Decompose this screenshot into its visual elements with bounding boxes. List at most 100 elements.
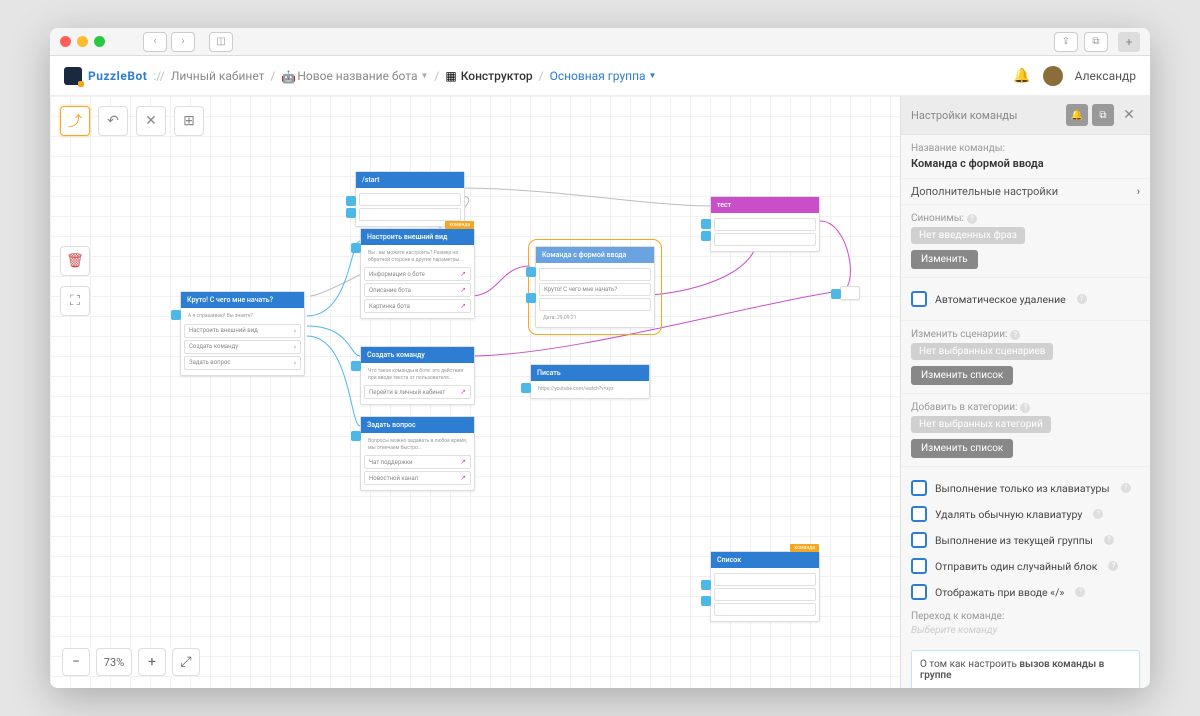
node-row[interactable] xyxy=(714,218,816,231)
show-slash-checkbox[interactable] xyxy=(911,584,927,600)
help-icon[interactable]: ? xyxy=(1077,294,1087,304)
sidebar-toggle-icon[interactable]: ◫ xyxy=(209,32,233,52)
node-list[interactable]: команда Список xyxy=(710,551,820,622)
chevron-right-icon: › xyxy=(1137,185,1140,198)
node-title: Создать команду xyxy=(361,347,474,363)
brand-name[interactable]: PuzzleBot xyxy=(88,69,147,83)
node-row[interactable] xyxy=(539,298,651,311)
port-icon[interactable] xyxy=(346,196,356,206)
delete-button[interactable]: 🗑 xyxy=(60,246,90,276)
node-row[interactable]: Информация о боте↗ xyxy=(364,267,471,281)
node-intro[interactable]: Круто! С чего мне начать? А я спрашиваю!… xyxy=(180,291,305,376)
port-icon[interactable] xyxy=(526,267,536,277)
close-button[interactable]: ✕ xyxy=(136,106,166,136)
undo-button[interactable]: ↶ xyxy=(98,106,128,136)
current-group-checkbox[interactable] xyxy=(911,532,927,548)
node-row[interactable]: Создать команду› xyxy=(184,340,301,354)
node-small[interactable] xyxy=(840,286,860,300)
help-icon[interactable]: ? xyxy=(1010,330,1020,340)
help-icon[interactable]: ? xyxy=(967,214,977,224)
node-row[interactable]: Перейти в личный кабинет↗ xyxy=(364,385,471,399)
port-icon[interactable] xyxy=(526,293,536,303)
port-icon[interactable] xyxy=(701,231,711,241)
auto-delete-checkbox[interactable] xyxy=(911,291,927,307)
tabs-icon[interactable]: ⧉ xyxy=(1084,32,1108,52)
node-row[interactable]: Чат поддержки↗ xyxy=(364,455,471,469)
node-row[interactable] xyxy=(714,573,816,586)
node-ask[interactable]: Задать вопрос Вопросы можно задавать в л… xyxy=(360,416,475,491)
breadcrumb-bot[interactable]: Новое название бота xyxy=(297,69,417,83)
node-row[interactable]: Круто! С чего мне начать? xyxy=(539,283,651,296)
node-form[interactable]: Команда с формой ввода Круто! С чего мне… xyxy=(535,246,655,328)
delete-keyboard-checkbox[interactable] xyxy=(911,506,927,522)
node-row[interactable]: Описание бота↗ xyxy=(364,283,471,297)
port-icon[interactable] xyxy=(701,580,711,590)
zoom-out-button[interactable]: − xyxy=(62,648,90,676)
notifications-icon[interactable]: 🔔 xyxy=(1013,68,1030,84)
node-row[interactable] xyxy=(359,208,461,221)
port-icon[interactable] xyxy=(351,243,361,253)
chevron-down-icon[interactable]: ▼ xyxy=(420,71,428,80)
add-node-button[interactable]: ⊞ xyxy=(174,106,204,136)
canvas[interactable]: ⤴ ↶ ✕ ⊞ 🗑 ⛶ xyxy=(50,96,900,688)
help-icon[interactable]: ? xyxy=(1093,509,1103,519)
minimize-window-icon[interactable] xyxy=(77,36,88,47)
panel-bell-button[interactable]: 🔔 xyxy=(1066,104,1088,126)
help-icon[interactable]: ? xyxy=(1104,535,1114,545)
port-icon[interactable] xyxy=(351,361,361,371)
node-row[interactable]: Новостной канал↗ xyxy=(364,471,471,485)
username[interactable]: Александр xyxy=(1075,69,1136,83)
node-row[interactable] xyxy=(359,193,461,206)
port-icon[interactable] xyxy=(831,289,841,299)
panel-close-button[interactable]: ✕ xyxy=(1118,104,1140,126)
node-row[interactable] xyxy=(714,603,816,616)
breadcrumb-group[interactable]: Основная группа xyxy=(550,69,646,83)
port-icon[interactable] xyxy=(521,383,531,393)
port-icon[interactable] xyxy=(171,310,181,320)
upload-button[interactable]: ⤴ xyxy=(60,106,90,136)
maximize-window-icon[interactable] xyxy=(94,36,105,47)
breadcrumb-home[interactable]: Личный кабинет xyxy=(171,69,265,83)
random-block-checkbox[interactable] xyxy=(911,558,927,574)
port-icon[interactable] xyxy=(346,208,356,218)
name-value[interactable]: Команда с формой ввода xyxy=(911,157,1140,170)
help-icon[interactable]: ? xyxy=(1121,483,1131,493)
node-write[interactable]: Писать https://youtube.com/watch?v=xyz xyxy=(530,364,650,399)
breadcrumb-constructor[interactable]: Конструктор xyxy=(461,69,533,83)
crop-button[interactable]: ⛶ xyxy=(60,286,90,316)
share-icon[interactable]: ⇪ xyxy=(1054,32,1078,52)
edit-synonyms-button[interactable]: Изменить xyxy=(911,250,978,269)
fit-screen-button[interactable]: ⤢ xyxy=(172,648,200,676)
node-row[interactable] xyxy=(539,268,651,281)
additional-settings-toggle[interactable]: Дополнительные настройки › xyxy=(901,179,1150,205)
new-tab-button[interactable]: + xyxy=(1118,32,1140,52)
edit-scenario-button[interactable]: Изменить список xyxy=(911,366,1013,385)
chevron-down-icon[interactable]: ▼ xyxy=(649,71,657,80)
help-icon[interactable]: ? xyxy=(1075,587,1085,597)
node-row[interactable]: Картинка бота↗ xyxy=(364,299,471,313)
avatar[interactable] xyxy=(1043,66,1063,86)
node-appearance[interactable]: команда Настроить внешний вид Вы : вы мо… xyxy=(360,228,475,319)
zoom-in-button[interactable]: + xyxy=(138,648,166,676)
node-row[interactable] xyxy=(714,233,816,246)
port-icon[interactable] xyxy=(701,219,711,229)
help-icon[interactable]: ? xyxy=(1108,561,1118,571)
node-row[interactable]: Настроить внешний вид› xyxy=(184,324,301,338)
node-start[interactable]: /start xyxy=(355,171,465,227)
node-test[interactable]: тест xyxy=(710,196,820,252)
edit-categories-button[interactable]: Изменить список xyxy=(911,439,1013,458)
forward-button[interactable]: › xyxy=(171,32,195,52)
keyboard-only-checkbox[interactable] xyxy=(911,480,927,496)
goto-placeholder[interactable]: Выберите команду xyxy=(911,625,1140,636)
panel-copy-button[interactable]: ⧉ xyxy=(1092,104,1114,126)
port-icon[interactable] xyxy=(351,431,361,441)
back-button[interactable]: ‹ xyxy=(143,32,167,52)
breadcrumb-sep: :// xyxy=(153,69,165,83)
node-row[interactable] xyxy=(714,588,816,601)
info-box[interactable]: О том как настроить вызов команды в груп… xyxy=(911,650,1140,688)
close-window-icon[interactable] xyxy=(60,36,71,47)
help-icon[interactable]: ? xyxy=(1020,403,1030,413)
node-row[interactable]: Задать вопрос› xyxy=(184,356,301,370)
node-create[interactable]: Создать команду Что такое команды в боте… xyxy=(360,346,475,405)
port-icon[interactable] xyxy=(701,596,711,606)
